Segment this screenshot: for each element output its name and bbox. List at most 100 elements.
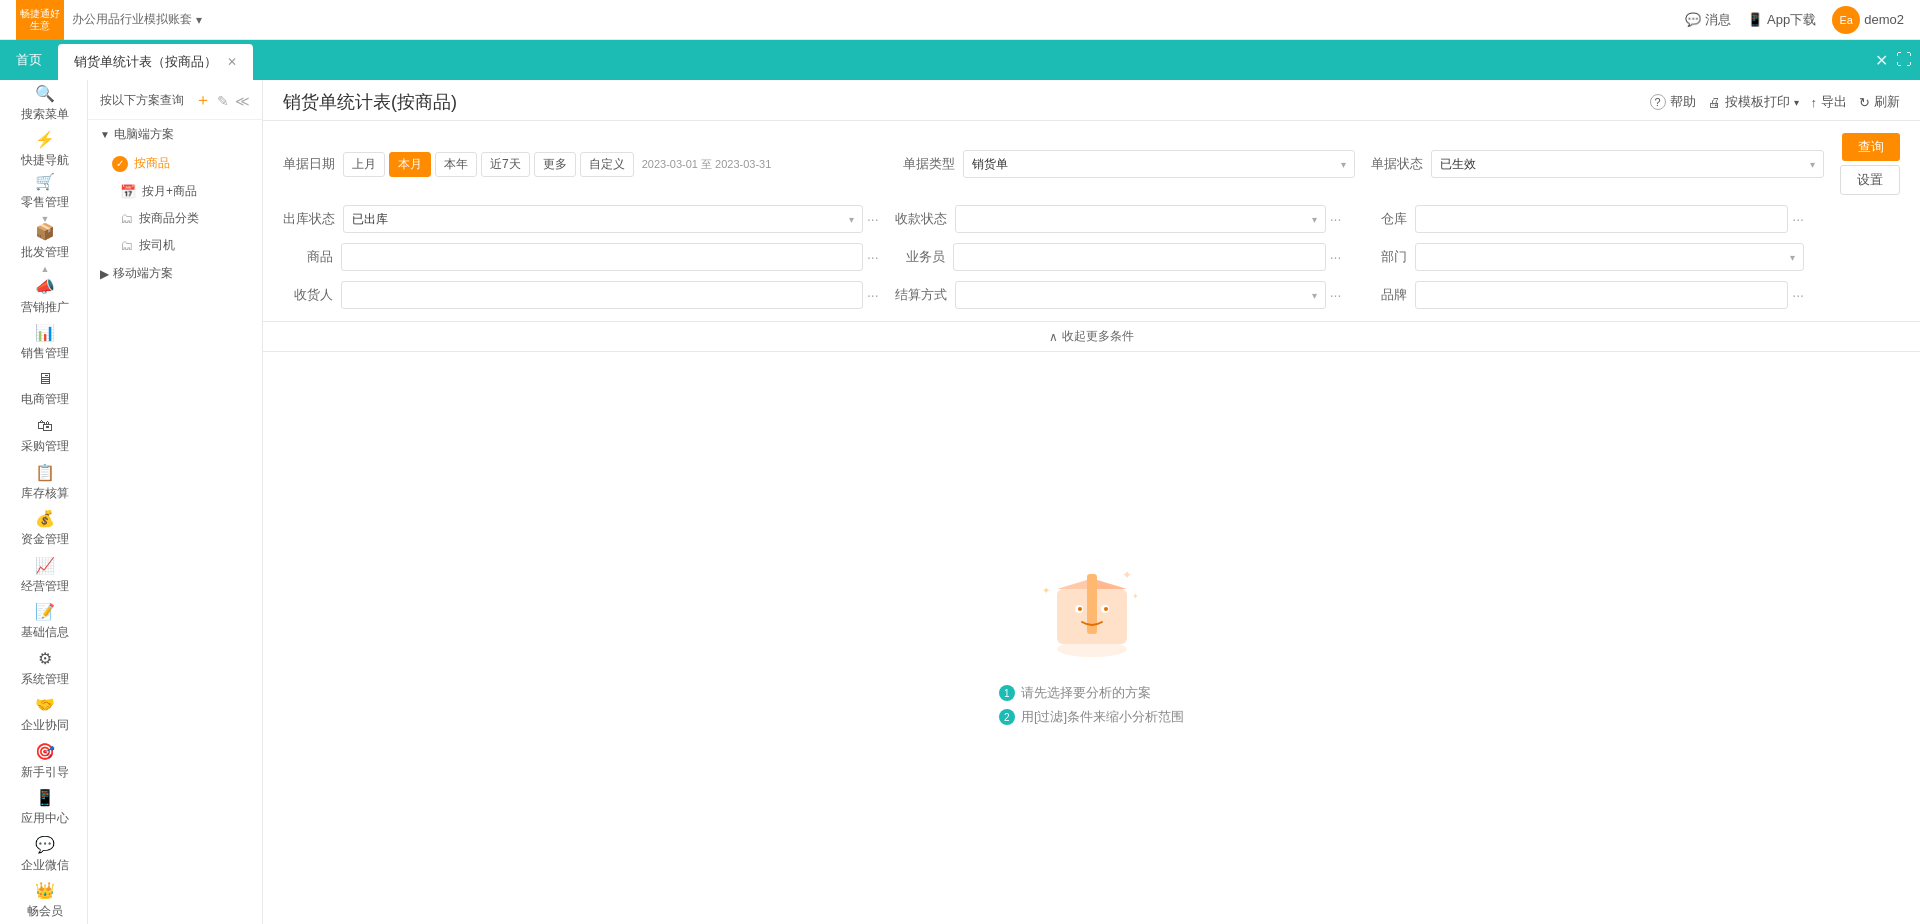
warehouse-dots[interactable]: ··· (1792, 211, 1804, 227)
sidebar-item-marketing[interactable]: 📣 营销推广 (0, 273, 87, 320)
collection-status-select[interactable]: ▾ (955, 205, 1326, 233)
export-label: 导出 (1821, 93, 1847, 111)
template-print-btn[interactable]: 🖨 按模板打印 ▾ (1708, 93, 1799, 111)
product-input[interactable] (341, 243, 863, 271)
sidebar-item-search[interactable]: 🔍 搜索菜单 (0, 80, 87, 127)
left-panel-header: 按以下方案查询 ＋ ✎ ≪ (88, 80, 262, 120)
date-btn-7days[interactable]: 近7天 (481, 152, 530, 177)
ecommerce-icon: 🖥 (37, 370, 53, 388)
calendar-icon: 📅 (120, 184, 136, 199)
department-arrow: ▾ (1790, 252, 1795, 263)
doc-status-select[interactable]: 已生效 ▾ (1431, 150, 1824, 178)
payment-method-select[interactable]: ▾ (955, 281, 1326, 309)
scheme-item-by-product[interactable]: ✓ 按商品 (88, 149, 262, 178)
tab-expand-btn[interactable]: ⛶ (1896, 51, 1912, 69)
recipient-input[interactable] (341, 281, 863, 309)
tab-report-label: 销货单统计表（按商品） (74, 53, 217, 71)
active-scheme-dot: ✓ (112, 156, 128, 172)
message-icon: 💬 (1685, 12, 1701, 27)
brand-dots[interactable]: ··· (1792, 287, 1804, 303)
refresh-btn[interactable]: ↻ 刷新 (1859, 93, 1900, 111)
tab-report[interactable]: 销货单统计表（按商品） ✕ (58, 44, 253, 80)
member-icon: 👑 (35, 881, 55, 900)
filter-brand-field: 品牌 ··· (1357, 281, 1804, 309)
sidebar-item-quick[interactable]: ⚡ 快捷导航 (0, 127, 87, 174)
collection-status-dots[interactable]: ··· (1330, 211, 1342, 227)
tabbar-actions: ✕ ⛶ (1875, 51, 1920, 70)
filter-date-field: 单据日期 上月 本月 本年 近7天 更多 自定义 2023-03-01 至 20… (283, 152, 887, 177)
edit-scheme-btn[interactable]: ✎ (217, 93, 229, 109)
sidebar-item-retail[interactable]: 🛒 零售管理 ▼ (0, 173, 87, 223)
salesperson-input[interactable] (953, 243, 1326, 271)
date-range-text: 2023-03-01 至 2023-03-31 (642, 157, 772, 172)
sidebar-item-basic[interactable]: 📝 基础信息 (0, 599, 87, 646)
warehouse-input[interactable] (1415, 205, 1788, 233)
brand-input[interactable] (1415, 281, 1788, 309)
product-dots[interactable]: ··· (867, 249, 879, 265)
sidebar-item-member[interactable]: 👑 畅会员 (0, 878, 87, 925)
doc-status-value: 已生效 (1440, 156, 1476, 173)
scheme-item-by-scanner[interactable]: 🗂 按司机 (88, 232, 262, 259)
sidebar-item-ecommerce[interactable]: 🖥 电商管理 (0, 366, 87, 413)
tab-close-window-btn[interactable]: ✕ (1875, 51, 1888, 70)
date-btn-this-year[interactable]: 本年 (435, 152, 477, 177)
date-btn-this-month[interactable]: 本月 (389, 152, 431, 177)
collection-status-label: 收款状态 (895, 210, 947, 228)
salesperson-dots[interactable]: ··· (1330, 249, 1342, 265)
filter-recipient-field: 收货人 ··· (283, 281, 879, 309)
query-btn[interactable]: 查询 (1842, 133, 1900, 161)
out-status-select[interactable]: 已出库 ▾ (343, 205, 863, 233)
system-icon: ⚙ (38, 649, 52, 668)
empty-illustration: ✦ ✦ ✦ (1032, 544, 1152, 664)
scheme-group-header-mobile[interactable]: ▶ 移动端方案 (88, 259, 262, 288)
scheme-item-by-category[interactable]: 🗂 按商品分类 (88, 205, 262, 232)
sidebar-item-purchase[interactable]: 🛍 采购管理 (0, 413, 87, 460)
avatar-initials: Ea (1840, 14, 1853, 26)
tab-home[interactable]: 首页 (0, 40, 58, 80)
department-select[interactable]: ▾ (1415, 243, 1804, 271)
arrow-right-icon: ▶ (100, 267, 109, 281)
empty-tips: 1 请先选择要分析的方案 2 用[过滤]条件来缩小分析范围 (999, 684, 1184, 732)
app-download-btn[interactable]: 📱 App下载 (1747, 11, 1816, 29)
recipient-dots[interactable]: ··· (867, 287, 879, 303)
sidebar-item-inventory[interactable]: 📋 库存核算 (0, 459, 87, 506)
industry-selector[interactable]: 办公用品行业模拟账套 ▾ (72, 11, 202, 28)
sidebar-item-guide[interactable]: 🎯 新手引导 (0, 738, 87, 785)
sidebar-item-appstore[interactable]: 📱 应用中心 (0, 785, 87, 832)
purchase-icon: 🛍 (37, 417, 53, 435)
settings-btn[interactable]: 设置 (1840, 165, 1900, 195)
date-btn-custom[interactable]: 自定义 (580, 152, 634, 177)
sidebar-item-finance[interactable]: 💰 资金管理 (0, 506, 87, 553)
collapse-bar[interactable]: ∧ 收起更多条件 (263, 322, 1920, 352)
out-status-dots[interactable]: ··· (867, 211, 879, 227)
scheme-by-category-label: 按商品分类 (139, 210, 199, 227)
sidebar-item-system[interactable]: ⚙ 系统管理 (0, 645, 87, 692)
scheme-item-by-month-product[interactable]: 📅 按月+商品 (88, 178, 262, 205)
tabbar: 首页 销货单统计表（按商品） ✕ ✕ ⛶ (0, 40, 1920, 80)
sidebar-item-sales[interactable]: 📊 销售管理 (0, 320, 87, 367)
date-btn-last-month[interactable]: 上月 (343, 152, 385, 177)
add-scheme-btn[interactable]: ＋ (195, 90, 211, 111)
user-avatar-btn[interactable]: Ea demo2 (1832, 6, 1904, 34)
sidebar-item-enterprise[interactable]: 🤝 企业协同 (0, 692, 87, 739)
sidebar-item-operation[interactable]: 📈 经营管理 (0, 552, 87, 599)
topbar-left: 畅捷通好生意 办公用品行业模拟账套 ▾ (16, 0, 202, 40)
avatar: Ea (1832, 6, 1860, 34)
doc-type-select[interactable]: 销货单 ▾ (963, 150, 1356, 178)
tab-close-icon[interactable]: ✕ (227, 55, 237, 69)
message-btn[interactable]: 💬 消息 (1685, 11, 1731, 29)
sidebar-member-label: 畅会员 (27, 903, 63, 920)
tip-2-num: 2 (999, 709, 1015, 725)
warehouse-label: 仓库 (1357, 210, 1407, 228)
payment-method-dots[interactable]: ··· (1330, 287, 1342, 303)
date-btn-more[interactable]: 更多 (534, 152, 576, 177)
app-label: App下载 (1767, 11, 1816, 29)
sidebar-item-wholesale[interactable]: 📦 批发管理 ▲ (0, 223, 87, 273)
filter-doc-type-field: 单据类型 销货单 ▾ (903, 150, 1356, 178)
help-btn[interactable]: ? 帮助 (1650, 93, 1696, 111)
sidebar-item-wechat[interactable]: 💬 企业微信 (0, 831, 87, 878)
export-btn[interactable]: ↑ 导出 (1811, 93, 1848, 111)
collapse-panel-btn[interactable]: ≪ (235, 93, 250, 109)
empty-svg: ✦ ✦ ✦ (1032, 544, 1152, 664)
scheme-group-header-desktop[interactable]: ▼ 电脑端方案 (88, 120, 262, 149)
